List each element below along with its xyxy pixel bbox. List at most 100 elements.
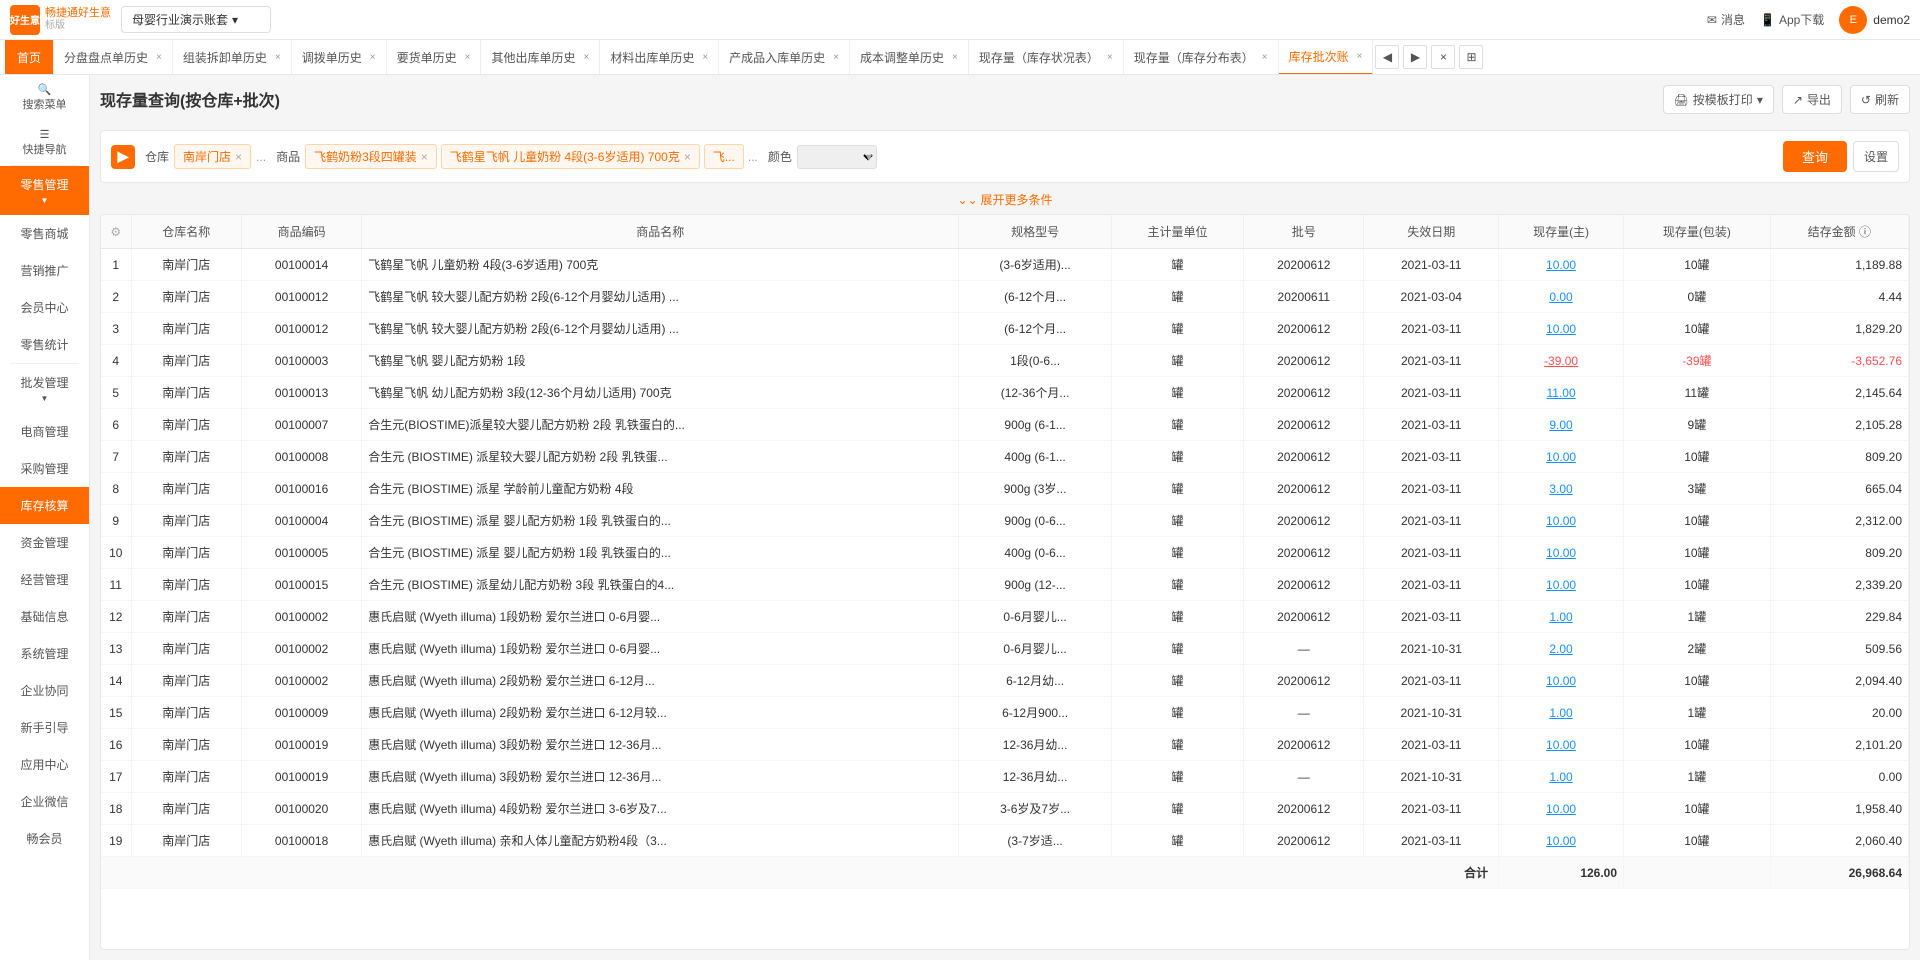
tab-zuhe[interactable]: 组装拆卸单历史 ×: [173, 40, 292, 75]
filter-product-tag-2[interactable]: 飞鹤星飞帆 儿童奶粉 4段(3-6岁适用) 700克 ×: [441, 144, 700, 169]
filter-warehouse-more[interactable]: ...: [256, 150, 266, 164]
filter-product-more-icon[interactable]: ...: [748, 150, 758, 164]
sidebar-nav[interactable]: ☰ 快捷导航: [0, 120, 89, 165]
tab-close-icon[interactable]: ×: [952, 52, 958, 63]
sidebar-item-guide[interactable]: 新手引导: [0, 709, 89, 746]
cell-qty-main[interactable]: 9.00: [1499, 409, 1624, 441]
tab-close-icon[interactable]: ×: [465, 52, 471, 63]
sidebar-item-shop[interactable]: 零售商城: [0, 215, 89, 252]
export-button[interactable]: ↗ 导出: [1782, 85, 1842, 114]
tab-close-icon[interactable]: ×: [156, 52, 162, 63]
cell-qty-main[interactable]: 1.00: [1499, 697, 1624, 729]
sidebar-item-purchase[interactable]: 采购管理: [0, 450, 89, 487]
sidebar-item-retail-stats[interactable]: 零售统计: [0, 326, 89, 363]
filter-tag-close-icon[interactable]: ×: [684, 150, 691, 164]
tab-inventory-dist[interactable]: 现存量（库存分布表） ×: [1124, 40, 1279, 75]
sidebar-item-appstore[interactable]: 应用中心: [0, 746, 89, 783]
sidebar-item-system[interactable]: 系统管理: [0, 635, 89, 672]
cell-qty-main[interactable]: 10.00: [1499, 441, 1624, 473]
tab-product-in[interactable]: 产成品入库单历史 ×: [719, 40, 850, 75]
sidebar-search[interactable]: 🔍 搜索菜单: [0, 75, 89, 120]
tab-home[interactable]: 首页: [5, 40, 54, 75]
expand-more-button[interactable]: ⌄⌄ 展开更多条件: [957, 191, 1052, 208]
sidebar-item-retail[interactable]: 零售管理 ▼: [0, 166, 89, 215]
filter-expand-button[interactable]: ▶: [111, 145, 135, 169]
app-download-button[interactable]: 📱 App下载: [1760, 11, 1824, 28]
setting-button[interactable]: 设置: [1853, 141, 1899, 172]
cell-spec: 400g (0-6...: [959, 537, 1112, 569]
cell-qty-main[interactable]: 11.00: [1499, 377, 1624, 409]
filter-warehouse-tag[interactable]: 南岸门店 ×: [174, 144, 251, 169]
cell-qty-main[interactable]: 10.00: [1499, 505, 1624, 537]
cell-qty-main[interactable]: 10.00: [1499, 313, 1624, 345]
sidebar-item-member2[interactable]: 畅会员: [0, 820, 89, 857]
tab-diaob[interactable]: 调拨单历史 ×: [292, 40, 387, 75]
filter-color-select[interactable]: [797, 145, 877, 169]
tab-close-all-button[interactable]: ×: [1431, 45, 1455, 69]
tab-material-out[interactable]: 材料出库单历史 ×: [600, 40, 719, 75]
sidebar-item-operation[interactable]: 经营管理: [0, 561, 89, 598]
filter-product-tag-1[interactable]: 飞鹤奶粉3段四罐装 ×: [305, 144, 437, 169]
cell-spec: 1段(0-6...: [959, 345, 1112, 377]
cell-unit: 罐: [1111, 313, 1243, 345]
cell-no: 9: [101, 505, 131, 537]
tab-close-icon[interactable]: ×: [702, 52, 708, 63]
cell-amount: 2,105.28: [1770, 409, 1908, 441]
tab-prev-button[interactable]: ◀: [1375, 45, 1399, 69]
cell-qty-main[interactable]: -39.00: [1499, 345, 1624, 377]
cell-qty-main[interactable]: 10.00: [1499, 537, 1624, 569]
col-settings[interactable]: ⚙: [101, 215, 131, 249]
query-button[interactable]: 查询: [1783, 141, 1847, 172]
tab-next-button[interactable]: ▶: [1403, 45, 1427, 69]
user-area[interactable]: E demo2: [1839, 6, 1910, 34]
filter-warehouse-close-icon[interactable]: ×: [235, 150, 242, 164]
cell-qty-main[interactable]: 1.00: [1499, 761, 1624, 793]
cell-code: 00100003: [241, 345, 361, 377]
tab-inventory-status[interactable]: 现存量（库存状况表） ×: [969, 40, 1124, 75]
tab-close-icon[interactable]: ×: [833, 52, 839, 63]
message-button[interactable]: ✉ 消息: [1707, 11, 1745, 28]
sidebar-item-inventory[interactable]: 库存核算: [0, 487, 89, 524]
tab-close-icon[interactable]: ×: [583, 52, 589, 63]
sidebar-item-enterprise[interactable]: 企业协同: [0, 672, 89, 709]
settings-icon[interactable]: ⚙: [110, 225, 121, 239]
cell-qty-main[interactable]: 10.00: [1499, 249, 1624, 281]
tab-close-icon[interactable]: ×: [1357, 51, 1363, 62]
tab-close-icon[interactable]: ×: [1262, 52, 1268, 63]
tab-menu-button[interactable]: ⊞: [1459, 45, 1483, 69]
tab-fenpan[interactable]: 分盘盘点单历史 ×: [54, 40, 173, 75]
cell-qty-main[interactable]: 2.00: [1499, 633, 1624, 665]
cell-qty-main[interactable]: 10.00: [1499, 665, 1624, 697]
cell-qty-main[interactable]: 10.00: [1499, 793, 1624, 825]
cell-unit: 罐: [1111, 633, 1243, 665]
tab-close-icon[interactable]: ×: [1107, 52, 1113, 63]
cell-qty-main[interactable]: 1.00: [1499, 601, 1624, 633]
tab-inventory-batch[interactable]: 库存批次账 ×: [1279, 40, 1374, 75]
cell-name: 飞鹤星飞帆 幼儿配方奶粉 3段(12-36个月幼儿适用) 700克: [362, 377, 959, 409]
refresh-button[interactable]: ↺ 刷新: [1850, 85, 1910, 114]
cell-qty-main[interactable]: 10.00: [1499, 729, 1624, 761]
print-icon: 🖨: [1674, 93, 1689, 107]
print-button[interactable]: 🖨 按模板打印 ▾: [1663, 85, 1774, 114]
tab-cost-adj[interactable]: 成本调整单历史 ×: [850, 40, 969, 75]
filter-tag-close-icon[interactable]: ×: [421, 150, 428, 164]
sidebar-item-wholesale[interactable]: 批发管理 ▼: [0, 364, 89, 413]
cell-spec: (6-12个月...: [959, 281, 1112, 313]
sidebar-item-marketing[interactable]: 营销推广: [0, 252, 89, 289]
sidebar-item-wechat[interactable]: 企业微信: [0, 783, 89, 820]
sidebar-item-member[interactable]: 会员中心: [0, 289, 89, 326]
industry-selector[interactable]: 母婴行业演示账套 ▾: [121, 6, 271, 33]
sidebar-item-finance[interactable]: 资金管理: [0, 524, 89, 561]
tab-yaoh[interactable]: 要货单历史 ×: [387, 40, 482, 75]
filter-product-tag-more[interactable]: 飞...: [704, 144, 744, 169]
tab-other-out[interactable]: 其他出库单历史 ×: [481, 40, 600, 75]
tab-close-icon[interactable]: ×: [370, 52, 376, 63]
cell-no: 17: [101, 761, 131, 793]
cell-qty-main[interactable]: 10.00: [1499, 825, 1624, 857]
cell-qty-main[interactable]: 3.00: [1499, 473, 1624, 505]
cell-qty-main[interactable]: 10.00: [1499, 569, 1624, 601]
sidebar-item-ecommerce[interactable]: 电商管理: [0, 413, 89, 450]
sidebar-item-basic[interactable]: 基础信息: [0, 598, 89, 635]
cell-qty-main[interactable]: 0.00: [1499, 281, 1624, 313]
tab-close-icon[interactable]: ×: [275, 52, 281, 63]
